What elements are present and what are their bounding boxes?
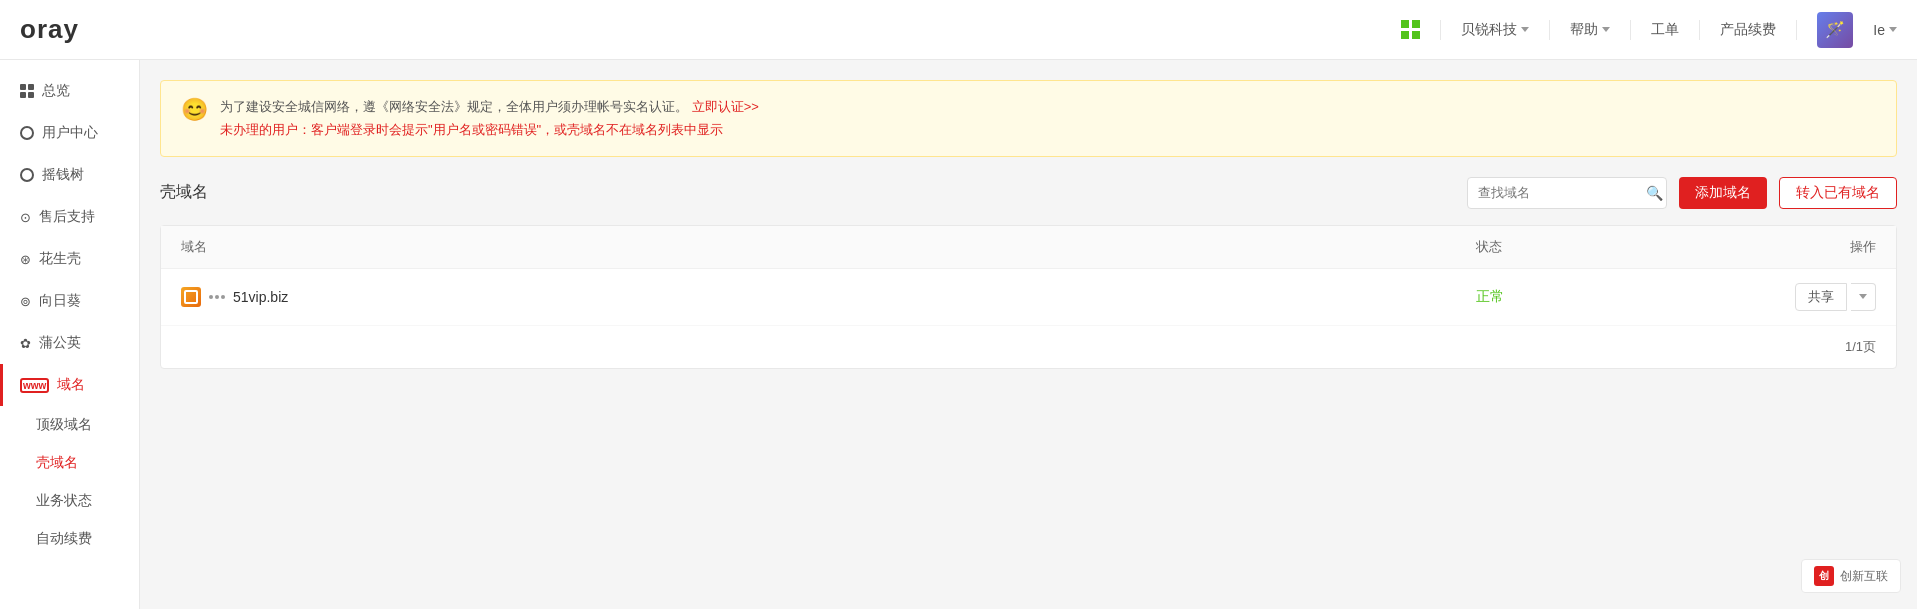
sidebar-item-dashboard[interactable]: 总览 <box>0 70 139 112</box>
section-title: 壳域名 <box>160 182 208 203</box>
col-status: 状态 <box>1476 238 1676 256</box>
app-grid-icon[interactable] <box>1401 20 1420 39</box>
domain-cell: 51vip.biz <box>181 287 1476 307</box>
divider-2 <box>1549 20 1550 40</box>
divider-5 <box>1796 20 1797 40</box>
notice-banner: 😊 为了建设安全城信网络，遵《网络安全法》规定，全体用户须办理帐号实名认证。 立… <box>160 80 1897 157</box>
product-renewal-label: 产品续费 <box>1720 21 1776 39</box>
pagination-text: 1/1页 <box>1845 338 1876 356</box>
grid-icon <box>20 84 34 98</box>
header: oray 贝锐科技 帮助 工单 产品续费 🪄 Ie <box>0 0 1917 60</box>
help-chevron-icon <box>1602 27 1610 32</box>
sidebar-sub-item-business-status[interactable]: 业务状态 <box>0 482 139 520</box>
search-icon: 🔍 <box>1646 185 1663 201</box>
sidebar-item-label: 蒲公英 <box>39 334 81 352</box>
sidebar-sub-item-top-domain[interactable]: 顶级域名 <box>0 406 139 444</box>
share-button[interactable]: 共享 <box>1795 283 1847 311</box>
watermark-text: 创新互联 <box>1840 568 1888 585</box>
domain-status: 正常 <box>1476 288 1676 306</box>
help-label: 帮助 <box>1570 21 1598 39</box>
header-right: 贝锐科技 帮助 工单 产品续费 🪄 Ie <box>1401 12 1897 48</box>
share-dropdown-button[interactable] <box>1851 283 1876 311</box>
search-box[interactable]: 🔍 <box>1467 177 1667 209</box>
workorder-label: 工单 <box>1651 21 1679 39</box>
user-dropdown[interactable]: Ie <box>1873 22 1897 38</box>
domain-table: 域名 状态 操作 51vip.biz 正常 <box>160 225 1897 369</box>
notice-emoji-icon: 😊 <box>181 97 208 123</box>
sunflower-icon: ⊚ <box>20 294 31 309</box>
table-header: 域名 状态 操作 <box>161 226 1896 269</box>
domain-masked <box>209 295 225 299</box>
divider-1 <box>1440 20 1441 40</box>
sidebar-sub-item-label: 顶级域名 <box>36 416 92 434</box>
sidebar-item-money-tree[interactable]: 摇钱树 <box>0 154 139 196</box>
sidebar-item-dandelion[interactable]: ✿ 蒲公英 <box>0 322 139 364</box>
sidebar-sub-item-label: 壳域名 <box>36 454 78 472</box>
avatar-text: 🪄 <box>1825 20 1845 39</box>
dot-2 <box>215 295 219 299</box>
flower-icon: ⊛ <box>20 252 31 267</box>
add-domain-button[interactable]: 添加域名 <box>1679 177 1767 209</box>
sidebar-sub-item-auto-renewal[interactable]: 自动续费 <box>0 520 139 558</box>
notice-text-block: 为了建设安全城信网络，遵《网络安全法》规定，全体用户须办理帐号实名认证。 立即认… <box>220 95 759 142</box>
company-chevron-icon <box>1521 27 1529 32</box>
sidebar-item-label: 向日葵 <box>39 292 81 310</box>
workorder-menu[interactable]: 工单 <box>1651 21 1679 39</box>
sidebar: 总览 用户中心 摇钱树 ⊙ 售后支持 ⊛ 花生壳 ⊚ 向日葵 ✿ 蒲公英 www <box>0 60 140 609</box>
sidebar-item-label: 总览 <box>42 82 70 100</box>
sidebar-item-flower-shell[interactable]: ⊛ 花生壳 <box>0 238 139 280</box>
user-icon <box>20 126 34 140</box>
sidebar-item-user-center[interactable]: 用户中心 <box>0 112 139 154</box>
watermark: 创 创新互联 <box>1801 559 1901 593</box>
user-chevron-icon <box>1889 27 1897 32</box>
sidebar-item-label: 售后支持 <box>39 208 95 226</box>
pagination: 1/1页 <box>161 326 1896 368</box>
sidebar-item-label: 摇钱树 <box>42 166 84 184</box>
section-header: 壳域名 🔍 添加域名 转入已有域名 <box>160 177 1897 209</box>
table-ops: 共享 <box>1676 283 1876 311</box>
divider-4 <box>1699 20 1700 40</box>
transfer-domain-button[interactable]: 转入已有域名 <box>1779 177 1897 209</box>
shake-icon <box>20 168 34 182</box>
main-content: 😊 为了建设安全城信网络，遵《网络安全法》规定，全体用户须办理帐号实名认证。 立… <box>140 60 1917 609</box>
sidebar-item-label: 用户中心 <box>42 124 98 142</box>
table-row: 51vip.biz 正常 共享 <box>161 269 1896 326</box>
section-actions: 🔍 添加域名 转入已有域名 <box>1467 177 1897 209</box>
domain-favicon-icon <box>181 287 201 307</box>
col-domain: 域名 <box>181 238 1476 256</box>
sidebar-item-sunflower[interactable]: ⊚ 向日葵 <box>0 280 139 322</box>
divider-3 <box>1630 20 1631 40</box>
help-menu[interactable]: 帮助 <box>1570 21 1610 39</box>
avatar[interactable]: 🪄 <box>1817 12 1853 48</box>
domain-favicon-inner <box>184 290 198 304</box>
status-text: 正常 <box>1476 288 1504 304</box>
sidebar-sub-item-label: 自动续费 <box>36 530 92 548</box>
domain-name: 51vip.biz <box>233 289 288 305</box>
search-input[interactable] <box>1478 185 1646 200</box>
sidebar-sub-item-label: 业务状态 <box>36 492 92 510</box>
watermark-icon: 创 <box>1814 566 1834 586</box>
logo: oray <box>20 14 160 45</box>
product-renewal-menu[interactable]: 产品续费 <box>1720 21 1776 39</box>
sidebar-item-after-sales[interactable]: ⊙ 售后支持 <box>0 196 139 238</box>
col-ops: 操作 <box>1676 238 1876 256</box>
notice-verify-link[interactable]: 立即认证>> <box>692 99 759 114</box>
sidebar-item-label: 域名 <box>57 376 85 394</box>
domain-icon: www <box>20 378 49 393</box>
company-label: 贝锐科技 <box>1461 21 1517 39</box>
sidebar-item-label: 花生壳 <box>39 250 81 268</box>
sidebar-sub-item-shell-domain[interactable]: 壳域名 <box>0 444 139 482</box>
notice-line1: 为了建设安全城信网络，遵《网络安全法》规定，全体用户须办理帐号实名认证。 立即认… <box>220 95 759 118</box>
dot-1 <box>209 295 213 299</box>
dandelion-icon: ✿ <box>20 336 31 351</box>
dot-3 <box>221 295 225 299</box>
company-menu[interactable]: 贝锐科技 <box>1461 21 1529 39</box>
notice-line2: 未办理的用户：客户端登录时会提示"用户名或密码错误"，或壳域名不在域名列表中显示 <box>220 118 759 141</box>
sidebar-item-domain[interactable]: www 域名 <box>0 364 139 406</box>
username-label: Ie <box>1873 22 1885 38</box>
layout: 总览 用户中心 摇钱树 ⊙ 售后支持 ⊛ 花生壳 ⊚ 向日葵 ✿ 蒲公英 www <box>0 60 1917 609</box>
share-chevron-icon <box>1859 294 1867 299</box>
support-icon: ⊙ <box>20 210 31 225</box>
